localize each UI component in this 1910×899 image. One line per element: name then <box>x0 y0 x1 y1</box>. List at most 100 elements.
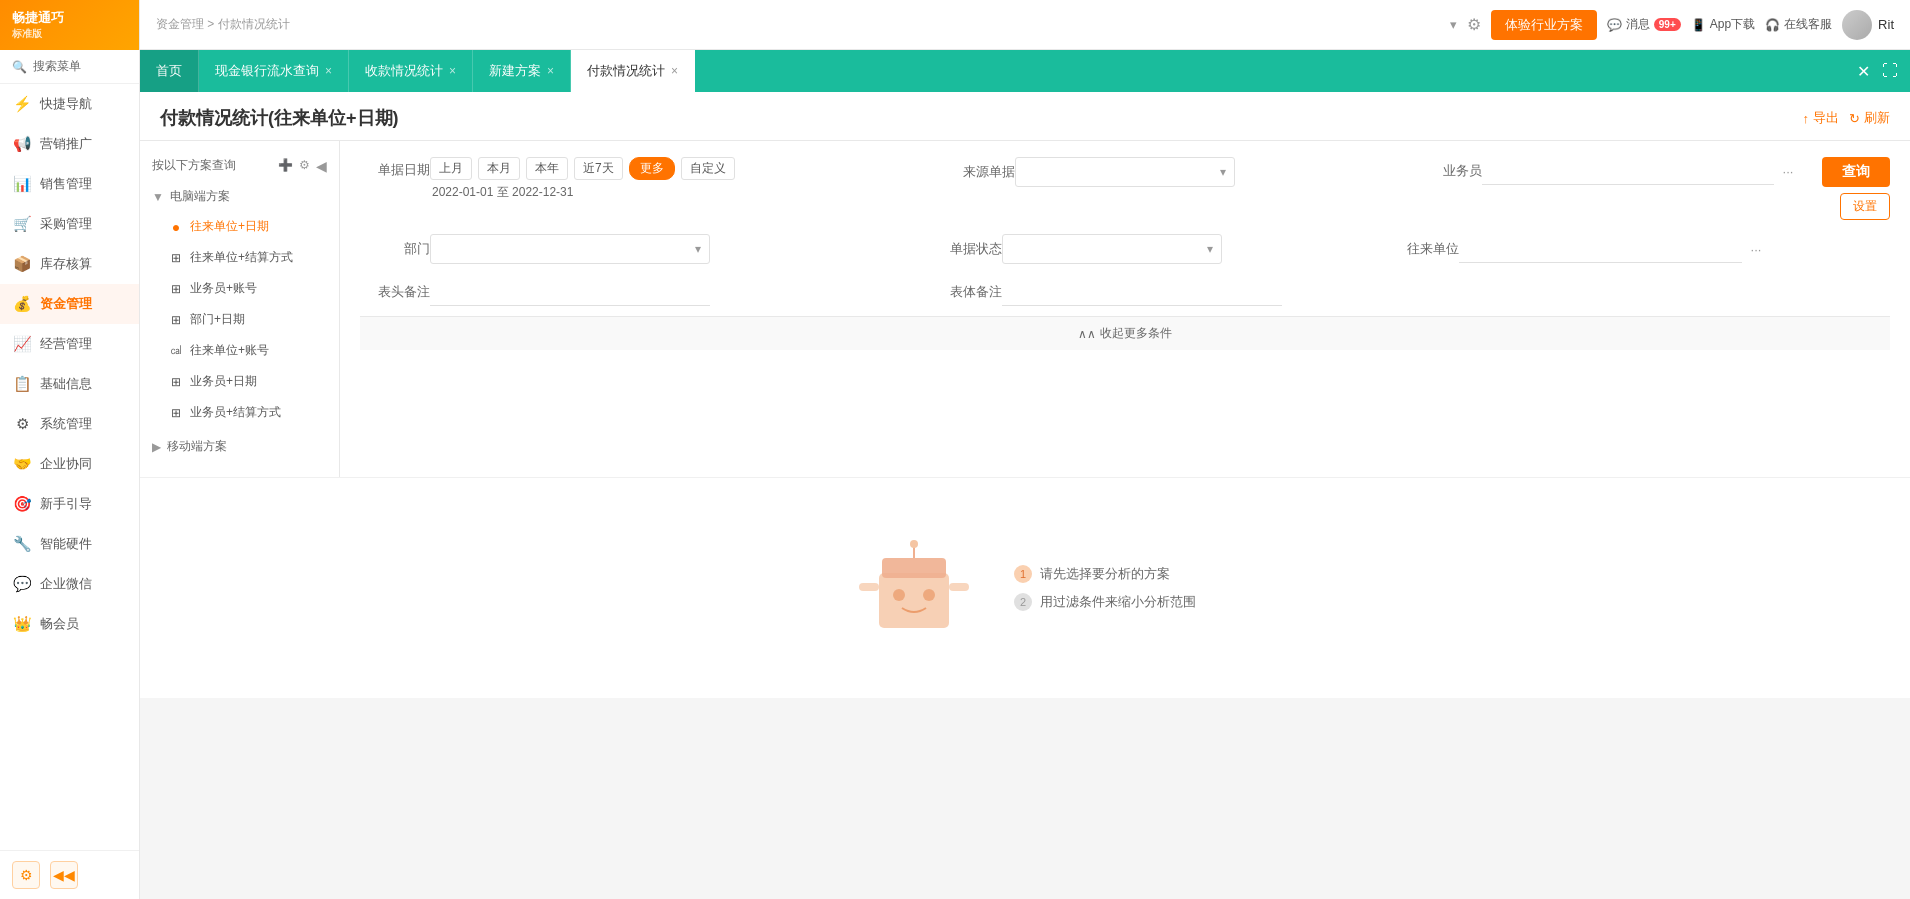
dropdown-btn[interactable]: ▾ <box>1450 17 1457 32</box>
sidebar-item-marketing[interactable]: 📢 营销推广 <box>0 124 139 164</box>
hardware-icon: 🔧 <box>12 534 32 554</box>
related-unit-input[interactable] <box>1459 235 1742 263</box>
export-btn[interactable]: ↑ 导出 <box>1803 109 1840 127</box>
filter-area: 单据日期 上月 本月 本年 近7天 更多 自定义 20 <box>340 141 1910 477</box>
table-icon-4: ⊞ <box>168 374 184 390</box>
sidebar-collapse-btn[interactable]: ◀◀ <box>50 861 78 889</box>
empty-hint-1: 1 请先选择要分析的方案 <box>1014 565 1196 583</box>
source-select[interactable]: ▾ <box>1015 157 1235 187</box>
sidebar: 畅捷通巧 标准版 🔍 搜索菜单 ⚡ 快捷导航 📢 营销推广 📊 销售管理 🛒 采… <box>0 0 140 899</box>
last-month-btn[interactable]: 上月 <box>430 157 472 180</box>
header-note-input[interactable] <box>430 278 710 306</box>
body-note-input[interactable] <box>1002 278 1282 306</box>
page-header: 付款情况统计(往来单位+日期) ↑ 导出 ↻ 刷新 <box>140 92 1910 141</box>
query-btn[interactable]: 查询 <box>1822 157 1890 187</box>
maximize-btn[interactable]: ⛶ <box>1882 62 1898 80</box>
message-badge: 99+ <box>1654 18 1681 31</box>
scheme-panel-icons: ➕ ⚙ ◀ <box>278 158 327 174</box>
bank-tab-close[interactable]: × <box>325 64 332 78</box>
tab-home[interactable]: 首页 <box>140 50 199 92</box>
scheme-item-staff-account[interactable]: ⊞ 业务员+账号 <box>140 273 339 304</box>
scheme-collapse-btn[interactable]: ◀ <box>316 158 327 174</box>
content-panel: 按以下方案查询 ➕ ⚙ ◀ ▼ 电脑端方案 ● <box>140 141 1910 477</box>
sidebar-item-inventory[interactable]: 📦 库存核算 <box>0 244 139 284</box>
payment-tab-label: 付款情况统计 <box>587 62 665 80</box>
setting-btn[interactable]: 设置 <box>1840 193 1890 220</box>
custom-date-btn[interactable]: 自定义 <box>681 157 735 180</box>
scheme-item-dept-date[interactable]: ⊞ 部门+日期 <box>140 304 339 335</box>
sidebar-item-wechat[interactable]: 💬 企业微信 <box>0 564 139 604</box>
search-menu-btn[interactable]: 🔍 搜索菜单 <box>0 50 139 84</box>
related-unit-filter-group: 往来单位 ··· <box>1389 235 1770 263</box>
last-7days-btn[interactable]: 近7天 <box>574 157 623 180</box>
scheme-item-staff-settle[interactable]: ⊞ 业务员+结算方式 <box>140 397 339 428</box>
scheme-item-label: 往来单位+日期 <box>190 218 269 235</box>
staff-input[interactable] <box>1482 157 1774 185</box>
more-dates-btn[interactable]: 更多 <box>629 157 675 180</box>
sidebar-item-system[interactable]: ⚙ 系统管理 <box>0 404 139 444</box>
sidebar-item-basic[interactable]: 📋 基础信息 <box>0 364 139 404</box>
basic-icon: 📋 <box>12 374 32 394</box>
download-icon: 📱 <box>1691 18 1706 32</box>
app-download-label: App下载 <box>1710 16 1755 33</box>
sidebar-item-operation[interactable]: 📈 经营管理 <box>0 324 139 364</box>
scheme-settings-btn[interactable]: ⚙ <box>299 158 310 174</box>
close-all-tabs-btn[interactable]: ✕ <box>1857 62 1870 81</box>
tab-payment[interactable]: 付款情况统计 × <box>571 50 695 92</box>
this-year-btn[interactable]: 本年 <box>526 157 568 180</box>
tab-receipt[interactable]: 收款情况统计 × <box>349 50 473 92</box>
svg-rect-0 <box>879 573 949 628</box>
sidebar-item-label: 基础信息 <box>40 375 92 393</box>
receipt-tab-close[interactable]: × <box>449 64 456 78</box>
tab-new-scheme[interactable]: 新建方案 × <box>473 50 571 92</box>
svg-rect-7 <box>949 583 969 591</box>
mobile-scheme-group-header[interactable]: ▶ 移动端方案 <box>140 432 339 461</box>
tab-bank[interactable]: 现金银行流水查询 × <box>199 50 349 92</box>
sidebar-item-enterprise[interactable]: 🤝 企业协同 <box>0 444 139 484</box>
tab-bar: 首页 现金银行流水查询 × 收款情况统计 × 新建方案 × 付款情况统计 × ✕… <box>140 50 1910 92</box>
trial-btn[interactable]: 体验行业方案 <box>1491 10 1597 40</box>
page-content: 付款情况统计(往来单位+日期) ↑ 导出 ↻ 刷新 <box>140 92 1910 899</box>
mobile-scheme-group: ▶ 移动端方案 <box>140 432 339 461</box>
sidebar-settings-btn[interactable]: ⚙ <box>12 861 40 889</box>
message-btn[interactable]: 💬 消息 99+ <box>1607 16 1681 33</box>
dept-label: 部门 <box>360 240 430 258</box>
sidebar-item-member[interactable]: 👑 畅会员 <box>0 604 139 644</box>
sidebar-item-hardware[interactable]: 🔧 智能硬件 <box>0 524 139 564</box>
enterprise-icon: 🤝 <box>12 454 32 474</box>
operation-icon: 📈 <box>12 334 32 354</box>
scheme-item-unit-date[interactable]: ● 往来单位+日期 <box>140 211 339 242</box>
related-unit-dots-btn[interactable]: ··· <box>1742 235 1770 263</box>
doc-status-select[interactable]: ▾ <box>1002 234 1222 264</box>
new-scheme-tab-close[interactable]: × <box>547 64 554 78</box>
add-scheme-btn[interactable]: ➕ <box>278 158 293 174</box>
sidebar-item-quick-nav[interactable]: ⚡ 快捷导航 <box>0 84 139 124</box>
scheme-item-unit-settle[interactable]: ⊞ 往来单位+结算方式 <box>140 242 339 273</box>
scheme-panel-title: 按以下方案查询 <box>152 157 236 174</box>
sidebar-item-finance[interactable]: 💰 资金管理 <box>0 284 139 324</box>
sidebar-item-guide[interactable]: 🎯 新手引导 <box>0 484 139 524</box>
scheme-item-unit-account[interactable]: ㎈ 往来单位+账号 <box>140 335 339 366</box>
online-service-btn[interactable]: 🎧 在线客服 <box>1765 16 1832 33</box>
this-month-btn[interactable]: 本月 <box>478 157 520 180</box>
collapse-bar[interactable]: ∧∧ 收起更多条件 <box>360 316 1890 350</box>
quick-nav-icon: ⚡ <box>12 94 32 114</box>
pc-scheme-group-header[interactable]: ▼ 电脑端方案 <box>140 182 339 211</box>
sidebar-item-sales[interactable]: 📊 销售管理 <box>0 164 139 204</box>
sidebar-item-purchase[interactable]: 🛒 采购管理 <box>0 204 139 244</box>
message-label: 消息 <box>1626 16 1650 33</box>
svg-point-2 <box>893 589 905 601</box>
dept-dropdown-icon: ▾ <box>695 242 701 256</box>
doc-status-label: 单据状态 <box>932 240 1002 258</box>
scheme-item-staff-date[interactable]: ⊞ 业务员+日期 <box>140 366 339 397</box>
bank-tab-label: 现金银行流水查询 <box>215 62 319 80</box>
filter-row-2: 部门 ▾ 单据状态 ▾ <box>360 234 1890 264</box>
refresh-btn[interactable]: ↻ 刷新 <box>1849 109 1890 127</box>
staff-dots-btn[interactable]: ··· <box>1774 157 1802 185</box>
settings-btn[interactable]: ⚙ <box>1467 15 1481 34</box>
app-download-btn[interactable]: 📱 App下载 <box>1691 16 1755 33</box>
user-menu[interactable]: Rit <box>1842 10 1894 40</box>
payment-tab-close[interactable]: × <box>671 64 678 78</box>
dept-select[interactable]: ▾ <box>430 234 710 264</box>
top-header: 资金管理 > 付款情况统计 ▾ ⚙ 体验行业方案 💬 消息 99+ 📱 App下… <box>140 0 1910 50</box>
